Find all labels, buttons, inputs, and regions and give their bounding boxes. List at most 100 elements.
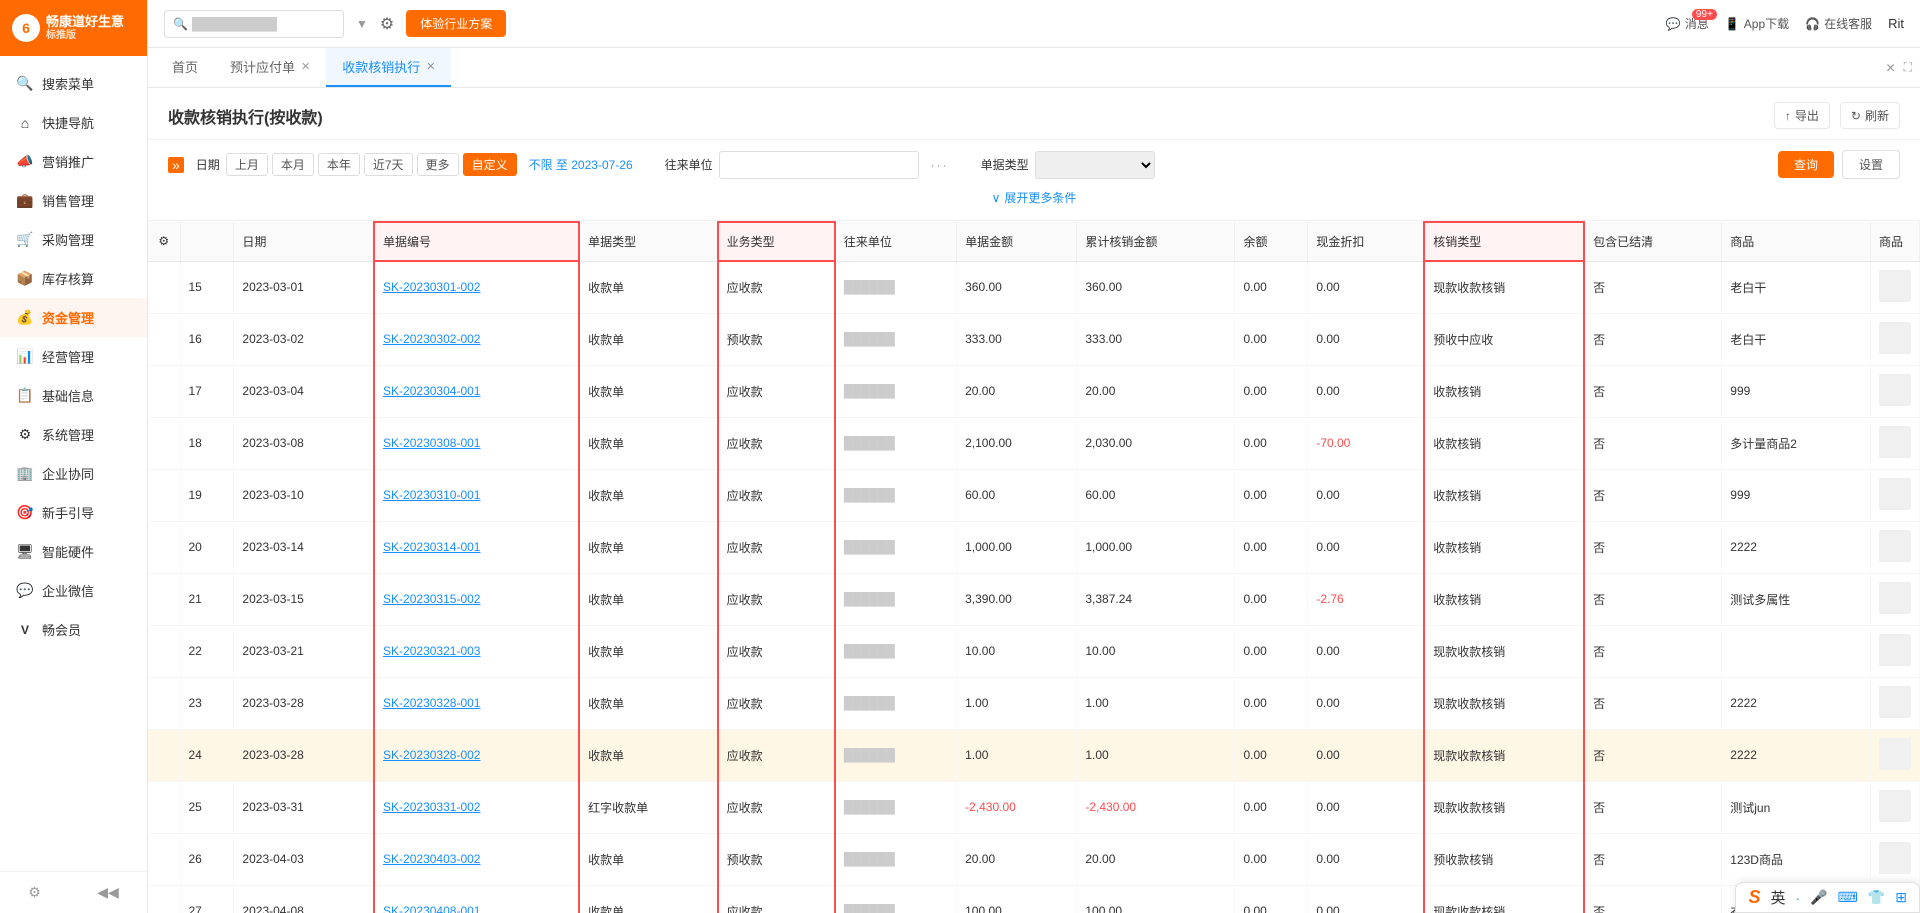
sidebar-item-guide[interactable]: 🎯 新手引导 [0,493,147,532]
cell-setting [148,469,180,521]
sidebar-item-basic[interactable]: 📋 基础信息 [0,376,147,415]
solution-button[interactable]: 体验行业方案 [406,10,506,37]
online-service-link[interactable]: 🎧 在线客服 [1805,15,1872,32]
sidebar-item-quicknav[interactable]: ⌂ 快捷导航 [0,103,147,142]
sidebar-item-sales[interactable]: 💼 销售管理 [0,181,147,220]
expand-tabs-icon[interactable]: ⛶ [1904,60,1912,75]
cell-bill-no[interactable]: SK-20230328-002 [374,729,579,781]
cell-bill-no[interactable]: SK-20230302-002 [374,313,579,365]
sougou-shirt-icon[interactable]: 👕 [1868,889,1885,906]
cell-bill-no[interactable]: SK-20230321-003 [374,625,579,677]
cell-bill-no[interactable]: SK-20230314-001 [374,521,579,573]
tab-receipt-close-icon[interactable]: ✕ [426,60,435,73]
dropdown-arrow-icon[interactable]: ▼ [356,17,368,31]
close-all-icon[interactable]: ✕ [1886,61,1896,75]
tab-prepay[interactable]: 预计应付单 ✕ [214,48,326,87]
partner-input[interactable] [719,151,919,179]
sidebar-item-inventory[interactable]: 📦 库存核算 [0,259,147,298]
tab-home[interactable]: 首页 [156,48,214,87]
setting-button[interactable]: 设置 [1842,150,1900,179]
filter-more-dots[interactable]: ··· [931,158,949,172]
tab-receipt[interactable]: 收款核销执行 ✕ [326,48,451,87]
bill-no-link[interactable]: SK-20230301-002 [383,280,480,294]
export-button[interactable]: ↑ 导出 [1774,102,1830,129]
bill-no-link[interactable]: SK-20230408-001 [383,904,480,913]
th-setting[interactable]: ⚙ [148,222,180,261]
date-this-month[interactable]: 本月 [272,153,314,176]
cell-setting [148,833,180,885]
sidebar-item-wechat[interactable]: 💬 企业微信 [0,571,147,610]
cell-balance: 0.00 [1235,521,1308,573]
sougou-grid-icon[interactable]: ⊞ [1895,889,1907,906]
cell-bill-no[interactable]: SK-20230408-001 [374,885,579,913]
data-table: ⚙ 日期 单据编号 单据类型 业务类型 往来单位 单据金额 累计核销金额 余额 … [148,221,1920,913]
sidebar-item-member[interactable]: V 畅会员 [0,610,147,649]
cell-write-off: 360.00 [1077,261,1235,313]
filter-expand-icon[interactable]: » [168,157,184,173]
cell-discount: 0.00 [1308,261,1424,313]
sougou-keyboard-icon[interactable]: ⌨ [1838,889,1858,906]
filter-date-range[interactable]: 不限 至 2023-07-26 [529,156,633,173]
sidebar-item-operation[interactable]: 📊 经营管理 [0,337,147,376]
topbar-search[interactable]: 🔍 ██████████ [164,10,344,38]
sougou-mic-icon[interactable]: 🎤 [1810,889,1827,906]
sougou-dot-icon: · [1796,890,1801,906]
sidebar-item-purchase[interactable]: 🛒 采购管理 [0,220,147,259]
user-name[interactable]: Rit [1888,16,1904,31]
cell-bill-no[interactable]: SK-20230301-002 [374,261,579,313]
cell-bill-no[interactable]: SK-20230304-001 [374,365,579,417]
cell-bill-no[interactable]: SK-20230403-002 [374,833,579,885]
cell-bill-no[interactable]: SK-20230328-001 [374,677,579,729]
sougou-text-icon[interactable]: 英 [1770,887,1785,908]
cell-amount: 360.00 [957,261,1077,313]
sidebar-item-enterprise[interactable]: 🏢 企业协同 [0,454,147,493]
cell-goods-img [1871,313,1920,365]
wechat-icon: 💬 [16,582,34,600]
bill-no-link[interactable]: SK-20230328-001 [383,696,480,710]
date-more[interactable]: 更多 [417,153,459,176]
cell-bill-no[interactable]: SK-20230315-002 [374,573,579,625]
cell-partner: ██████ [835,417,957,469]
expand-more-btn[interactable]: ∨ 展开更多条件 [992,189,1077,206]
date-this-year[interactable]: 本年 [318,153,360,176]
bill-type-select[interactable] [1035,151,1155,179]
settings-bottom-icon[interactable]: ⚙ [28,884,41,901]
topbar-gear-icon[interactable]: ⚙ [380,14,394,34]
cell-write-off: 1.00 [1077,729,1235,781]
sougou-logo: S [1748,887,1760,908]
sidebar-item-search[interactable]: 🔍 搜索菜单 [0,64,147,103]
bill-no-link[interactable]: SK-20230403-002 [383,852,480,866]
cell-bill-no[interactable]: SK-20230308-001 [374,417,579,469]
bill-no-link[interactable]: SK-20230328-002 [383,748,480,762]
bill-no-link[interactable]: SK-20230304-001 [383,384,480,398]
sidebar-item-finance[interactable]: 💰 资金管理 [0,298,147,337]
sidebar-item-hardware[interactable]: 🖥 智能硬件 [0,532,147,571]
messages-link[interactable]: 💬 消息 99+ [1666,15,1709,32]
bill-no-link[interactable]: SK-20230302-002 [383,332,480,346]
cell-bill-no[interactable]: SK-20230331-002 [374,781,579,833]
cell-bill-no[interactable]: SK-20230310-001 [374,469,579,521]
app-download-link[interactable]: 📱 App下载 [1725,15,1789,32]
cell-write-off: 20.00 [1077,365,1235,417]
cell-amount: 1,000.00 [957,521,1077,573]
bill-no-link[interactable]: SK-20230321-003 [383,644,480,658]
date-custom[interactable]: 自定义 [463,153,517,176]
cell-settled: 否 [1584,313,1722,365]
bill-no-link[interactable]: SK-20230308-001 [383,436,480,450]
tab-prepay-close-icon[interactable]: ✕ [301,60,310,73]
collapse-icon[interactable]: ◀◀ [97,884,119,901]
sidebar-item-system[interactable]: ⚙ 系统管理 [0,415,147,454]
date-last-month[interactable]: 上月 [226,153,268,176]
query-button[interactable]: 查询 [1778,151,1834,178]
bill-no-link[interactable]: SK-20230314-001 [383,540,480,554]
sidebar-item-marketing[interactable]: 📣 营销推广 [0,142,147,181]
refresh-button[interactable]: ↻ 刷新 [1840,102,1900,129]
cell-write-off-type: 收款核销 [1424,417,1584,469]
bill-no-link[interactable]: SK-20230331-002 [383,800,480,814]
cell-goods: 2222 [1722,677,1871,729]
th-biz-type: 业务类型 [718,222,835,261]
th-goods: 商品 [1722,222,1871,261]
date-7days[interactable]: 近7天 [364,153,413,176]
bill-no-link[interactable]: SK-20230310-001 [383,488,480,502]
bill-no-link[interactable]: SK-20230315-002 [383,592,480,606]
